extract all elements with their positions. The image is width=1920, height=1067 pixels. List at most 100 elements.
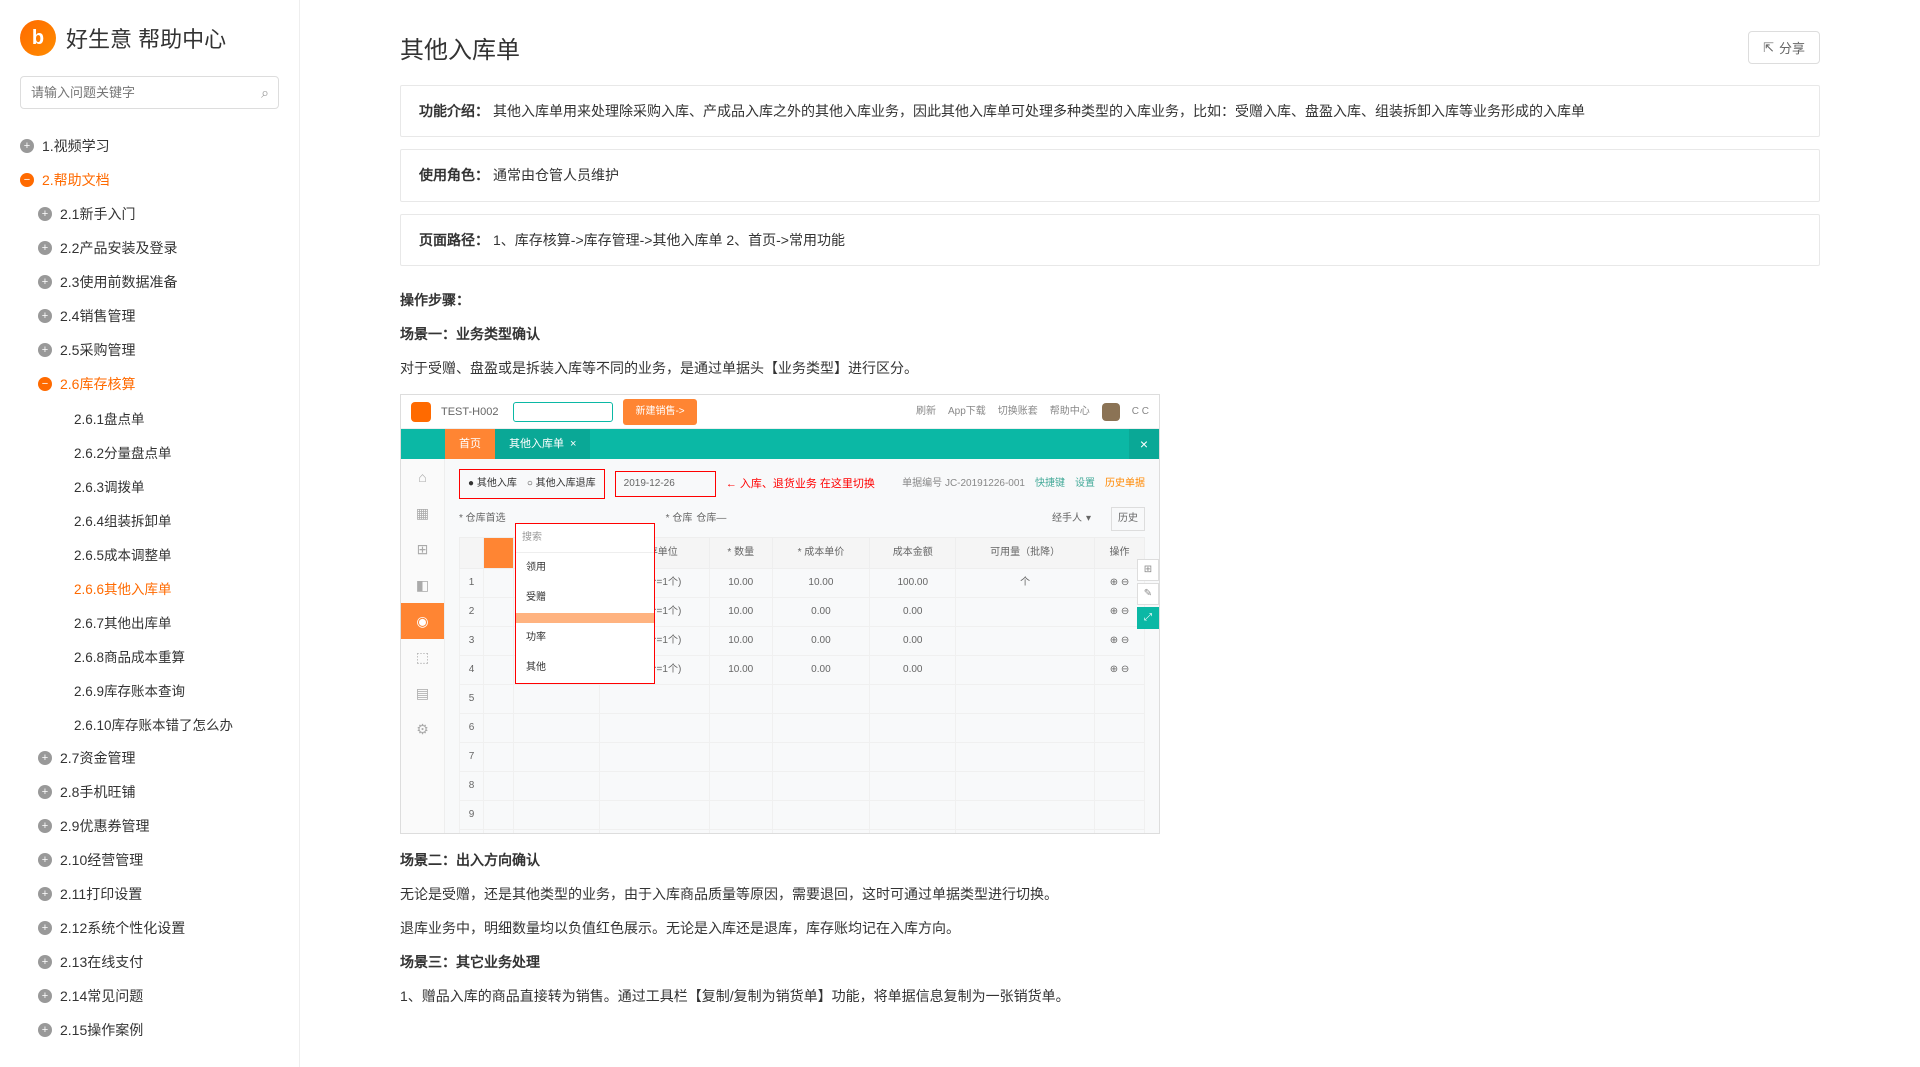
search-box: ⌕ [20,76,279,109]
share-label: 分享 [1779,38,1805,57]
nav-2-6-4[interactable]: 2.6.4组装拆卸单 [20,503,279,537]
nav-label: 2.12系统个性化设置 [60,918,185,938]
ss-nav-icon: ◧ [401,567,444,603]
nav-2-8[interactable]: +2.8手机旺铺 [20,775,279,809]
plus-icon: + [38,887,52,901]
plus-icon: + [38,241,52,255]
nav-label: 2.帮助文档 [42,170,110,190]
nav-label: 2.6.9库存账本查询 [74,680,185,700]
ss-tab-home: 首页 [445,429,495,459]
ss-nav-icon: ⌂ [401,459,444,495]
nav-2-6-3[interactable]: 2.6.3调拨单 [20,469,279,503]
scene1-text: 对于受赠、盘盈或是拆装入库等不同的业务，是通过单据头【业务类型】进行区分。 [400,354,1820,382]
ss-logo-icon [411,402,431,422]
ss-th: * 成本单价 [772,538,870,569]
ss-tool-icon: ⤢ [1137,607,1159,629]
nav-2-1[interactable]: +2.1新手入门 [20,197,279,231]
scene2-text1: 无论是受赠，还是其他类型的业务，由于入库商品质量等原因，需要退回，这时可通过单据… [400,880,1820,908]
ss-dropdown-item: 领用 [516,553,654,583]
ss-dropdown-item: 其他 [516,653,654,683]
plus-icon: + [38,309,52,323]
ss-dropdown-item: 受赠 [516,583,654,613]
ss-th [460,538,484,569]
nav-label: 2.9优惠券管理 [60,816,149,836]
nav-label: 2.11打印设置 [60,884,142,904]
ss-dropdown-item: 功率 [516,623,654,653]
ss-topbar-right: 刷新 App下载 切换账套 帮助中心 C C [916,402,1149,422]
nav-2-6[interactable]: −2.6库存核算 [20,367,279,401]
scene3-title: 场景三：其它业务处理 [400,948,1820,976]
ss-doc-no: 单据编号 JC-20191226-001 [902,474,1025,494]
site-name: 好生意 帮助中心 [66,22,226,54]
nav-label: 2.6.6其他入库单 [74,578,172,598]
plus-icon: + [38,921,52,935]
ss-switch: 切换账套 [998,402,1038,422]
nav-2-5[interactable]: +2.5采购管理 [20,333,279,367]
ss-dropdown-item [516,613,654,623]
nav-2-15[interactable]: +2.15操作案例 [20,1013,279,1047]
nav-2-9[interactable]: +2.9优惠券管理 [20,809,279,843]
minus-icon: − [20,173,34,187]
plus-icon: + [38,343,52,357]
ss-nav-icon: ⬚ [401,639,444,675]
nav-2-3[interactable]: +2.3使用前数据准备 [20,265,279,299]
plus-icon: + [38,1023,52,1037]
ss-avatar-icon [1102,403,1120,421]
table-row: 6 [460,714,1145,743]
page-header: 其他入库单 ⇱分享 [400,30,1820,65]
path-text: 1、库存核算->库存管理->其他入库单 2、首页->常用功能 [493,232,845,248]
nav-video[interactable]: +1.视频学习 [20,129,279,163]
plus-icon: + [38,207,52,221]
nav-2-6-2[interactable]: 2.6.2分量盘点单 [20,435,279,469]
nav-2-7[interactable]: +2.7资金管理 [20,741,279,775]
nav-2-10[interactable]: +2.10经营管理 [20,843,279,877]
ss-nav-icon: ▦ [401,495,444,531]
nav-2-6-10[interactable]: 2.6.10库存账本错了怎么办 [20,707,279,741]
nav-label: 2.5采购管理 [60,340,135,360]
nav-label: 2.13在线支付 [60,952,143,972]
nav-2-6-1[interactable]: 2.6.1盘点单 [20,401,279,435]
nav-label: 2.3使用前数据准备 [60,272,177,292]
ss-link: 设置 [1075,474,1095,494]
nav-2-6-6[interactable]: 2.6.6其他入库单 [20,571,279,605]
ss-link: 快捷键 [1035,474,1065,494]
nav-2-6-9[interactable]: 2.6.9库存账本查询 [20,673,279,707]
nav-label: 2.2产品安装及登录 [60,238,177,258]
nav-2-11[interactable]: +2.11打印设置 [20,877,279,911]
nav-2-12[interactable]: +2.12系统个性化设置 [20,911,279,945]
share-button[interactable]: ⇱分享 [1748,31,1820,64]
plus-icon: + [38,751,52,765]
ss-link: 历史单据 [1105,474,1145,494]
ss-dropdown-header: 搜索 [516,524,654,553]
nav-2-4[interactable]: +2.4销售管理 [20,299,279,333]
intro-text: 其他入库单用来处理除采购入库、产成品入库之外的其他入库业务，因此其他入库单可处理… [493,103,1585,119]
nav-label: 2.4销售管理 [60,306,135,326]
nav-2-6-8[interactable]: 2.6.8商品成本重算 [20,639,279,673]
scene2-title: 场景二：出入方向确认 [400,846,1820,874]
ss-maker: 经手人 ▾ [1052,507,1091,531]
logo[interactable]: b 好生意 帮助中心 [20,20,279,56]
ss-topbar: TEST-H002 新建销售-> 刷新 App下载 切换账套 帮助中心 C C [401,395,1159,429]
nav-2-6-7[interactable]: 2.6.7其他出库单 [20,605,279,639]
ss-radio-opt2: ○ 其他入库退库 [527,474,596,494]
nav-2-6-5[interactable]: 2.6.5成本调整单 [20,537,279,571]
nav-label: 2.6.7其他出库单 [74,612,172,632]
ss-tool-icon: ⊞ [1137,559,1159,581]
plus-icon: + [38,275,52,289]
nav-label: 2.14常见问题 [60,986,143,1006]
plus-icon: + [38,853,52,867]
nav-docs[interactable]: −2.帮助文档 [20,163,279,197]
ss-date: 2019-12-26 [615,471,716,497]
role-label: 使用角色： [419,167,489,183]
nav-2-2[interactable]: +2.2产品安装及登录 [20,231,279,265]
ss-tabs: 首页 其他入库单× × [401,429,1159,459]
table-row: 7 [460,743,1145,772]
ss-download: App下载 [948,402,986,422]
nav-2-13[interactable]: +2.13在线支付 [20,945,279,979]
plus-icon: + [38,955,52,969]
ss-th [484,538,514,569]
nav-2-14[interactable]: +2.14常见问题 [20,979,279,1013]
search-input[interactable] [20,76,279,109]
ss-table-tools: ⊞ ✎ ⤢ [1137,559,1159,631]
search-icon[interactable]: ⌕ [261,84,269,101]
